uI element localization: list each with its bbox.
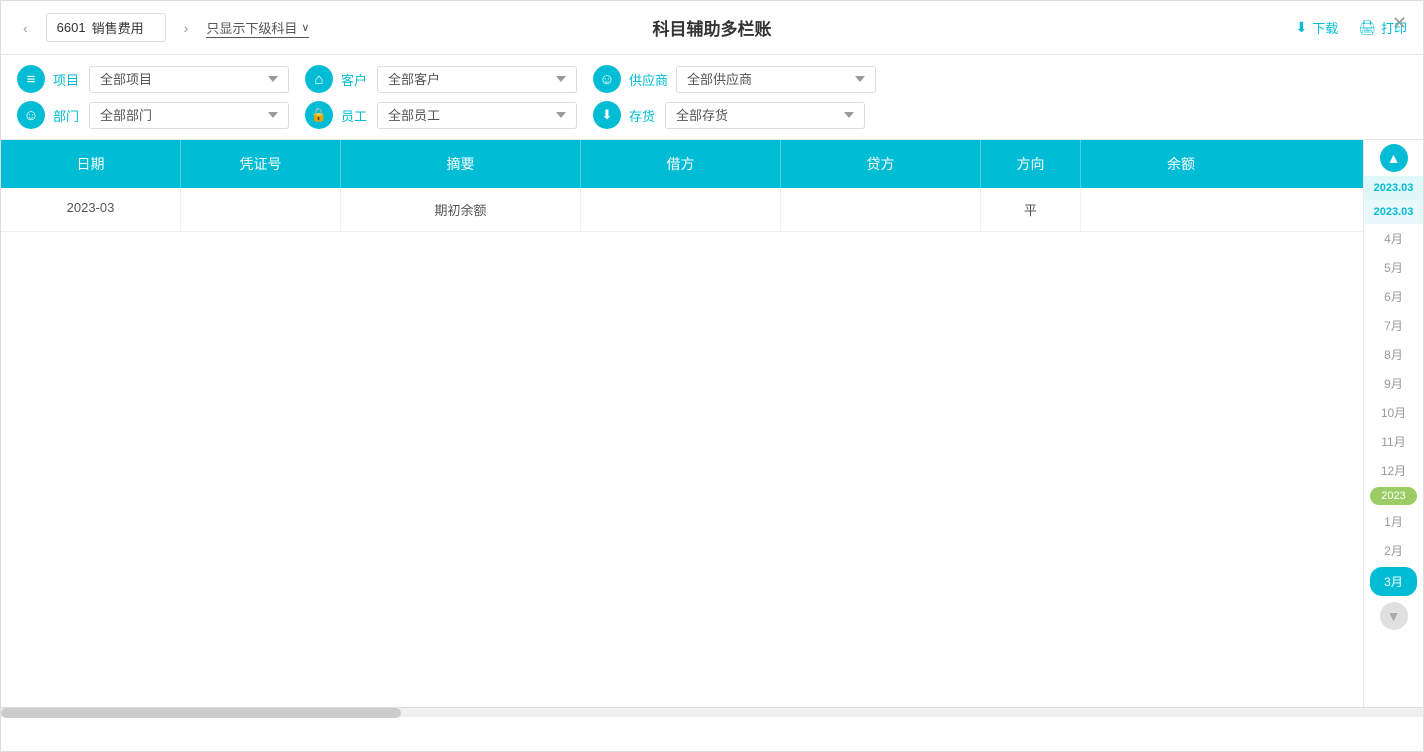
- timeline-item-5[interactable]: 5月: [1364, 253, 1423, 282]
- filter-supplier: ☺ 供应商 全部供应商: [593, 65, 876, 93]
- close-btn[interactable]: ✕: [1392, 13, 1407, 34]
- customer-icon: ⌂: [305, 65, 333, 93]
- top-bar: ‹ 6601 销售费用 › 只显示下级科目 ∨ 科目辅助多栏账 ⬇ 下载 🖨 打…: [1, 1, 1423, 55]
- cell-credit: [781, 188, 981, 231]
- timeline-item-11[interactable]: 11月: [1364, 427, 1423, 456]
- inventory-select[interactable]: 全部存货: [665, 102, 865, 129]
- supplier-icon: ☺: [593, 65, 621, 93]
- timeline-down-btn[interactable]: ▼: [1380, 602, 1408, 630]
- side-timeline: ▲ 2023.03 2023.03 4月 5月 6月 7月 8月 9月 10月 …: [1363, 140, 1423, 707]
- dept-label: 部门: [53, 106, 81, 125]
- timeline-item-2023-03-top[interactable]: 2023.03: [1364, 176, 1423, 200]
- employee-select[interactable]: 全部员工: [377, 102, 577, 129]
- scrollbar-thumb[interactable]: [1, 708, 401, 718]
- timeline-item-12[interactable]: 12月: [1364, 456, 1423, 485]
- filter-dept: ☺ 部门 全部部门: [17, 101, 289, 129]
- timeline-item-10[interactable]: 10月: [1364, 398, 1423, 427]
- horizontal-scrollbar[interactable]: [1, 707, 1423, 717]
- employee-label: 员工: [341, 106, 369, 125]
- table-header: 日期 凭证号 摘要 借方 贷方 方向 余额: [1, 140, 1363, 188]
- supplier-label: 供应商: [629, 70, 668, 89]
- timeline-year-2023[interactable]: 2023: [1370, 487, 1417, 505]
- account-code: 6601: [57, 20, 86, 35]
- download-icon: ⬇: [1295, 19, 1307, 36]
- timeline-item-9[interactable]: 9月: [1364, 369, 1423, 398]
- timeline-item-4[interactable]: 4月: [1364, 224, 1423, 253]
- cell-direction: 平: [981, 188, 1081, 231]
- filter-employee: 🔒 员工 全部员工: [305, 101, 577, 129]
- col-voucher: 凭证号: [181, 140, 341, 188]
- print-icon: 🖨: [1358, 19, 1376, 36]
- timeline-item-8[interactable]: 8月: [1364, 340, 1423, 369]
- timeline-up-btn[interactable]: ▲: [1380, 144, 1408, 172]
- col-date: 日期: [1, 140, 181, 188]
- cell-debit: [581, 188, 781, 231]
- employee-icon: 🔒: [305, 101, 333, 129]
- show-sub-filter[interactable]: 只显示下级科目 ∨: [206, 18, 309, 38]
- main-content: 日期 凭证号 摘要 借方 贷方 方向 余额 2023-03 期初余额 平: [1, 140, 1423, 707]
- account-code-display: 6601 销售费用: [46, 13, 166, 42]
- top-actions: ⬇ 下载 🖨 打印 ✕: [1295, 18, 1407, 37]
- filter-inventory: ⬇ 存货 全部存货: [593, 101, 865, 129]
- download-btn[interactable]: ⬇ 下载: [1295, 18, 1338, 37]
- timeline-item-6[interactable]: 6月: [1364, 282, 1423, 311]
- main-window: ‹ 6601 销售费用 › 只显示下级科目 ∨ 科目辅助多栏账 ⬇ 下载 🖨 打…: [0, 0, 1424, 752]
- chevron-down-icon: ∨: [301, 21, 309, 34]
- col-credit: 贷方: [781, 140, 981, 188]
- cell-balance: [1081, 188, 1281, 231]
- filter-row-2: ☺ 部门 全部部门 🔒 员工 全部员工 ⬇ 存货 全部存货: [17, 101, 1407, 129]
- project-label: 项目: [53, 70, 81, 89]
- table-body: 2023-03 期初余额 平: [1, 188, 1363, 232]
- timeline-item-2023-03[interactable]: 2023.03: [1364, 200, 1423, 224]
- timeline-item-1[interactable]: 1月: [1364, 507, 1423, 536]
- next-account-btn[interactable]: ›: [178, 18, 195, 38]
- filter-bar: ≡ 项目 全部项目 ⌂ 客户 全部客户 ☺ 供应商 全部供应商: [1, 55, 1423, 140]
- inventory-icon: ⬇: [593, 101, 621, 129]
- cell-summary: 期初余额: [341, 188, 581, 231]
- cell-date: 2023-03: [1, 188, 181, 231]
- customer-select[interactable]: 全部客户: [377, 66, 577, 93]
- inventory-label: 存货: [629, 106, 657, 125]
- supplier-select[interactable]: 全部供应商: [676, 66, 876, 93]
- filter-row-1: ≡ 项目 全部项目 ⌂ 客户 全部客户 ☺ 供应商 全部供应商: [17, 65, 1407, 93]
- timeline-item-7[interactable]: 7月: [1364, 311, 1423, 340]
- project-select[interactable]: 全部项目: [89, 66, 289, 93]
- col-debit: 借方: [581, 140, 781, 188]
- dept-select[interactable]: 全部部门: [89, 102, 289, 129]
- col-direction: 方向: [981, 140, 1081, 188]
- dept-icon: ☺: [17, 101, 45, 129]
- table-area: 日期 凭证号 摘要 借方 贷方 方向 余额 2023-03 期初余额 平: [1, 140, 1363, 707]
- filter-customer: ⌂ 客户 全部客户: [305, 65, 577, 93]
- cell-voucher: [181, 188, 341, 231]
- account-name: 销售费用: [92, 18, 144, 37]
- timeline-item-3-active[interactable]: 3月: [1370, 567, 1417, 596]
- filter-project: ≡ 项目 全部项目: [17, 65, 289, 93]
- col-balance: 余额: [1081, 140, 1281, 188]
- project-icon: ≡: [17, 65, 45, 93]
- customer-label: 客户: [341, 70, 369, 89]
- page-title: 科目辅助多栏账: [653, 15, 772, 40]
- col-summary: 摘要: [341, 140, 581, 188]
- timeline-item-2[interactable]: 2月: [1364, 536, 1423, 565]
- prev-account-btn[interactable]: ‹: [17, 18, 34, 38]
- table-row: 2023-03 期初余额 平: [1, 188, 1363, 232]
